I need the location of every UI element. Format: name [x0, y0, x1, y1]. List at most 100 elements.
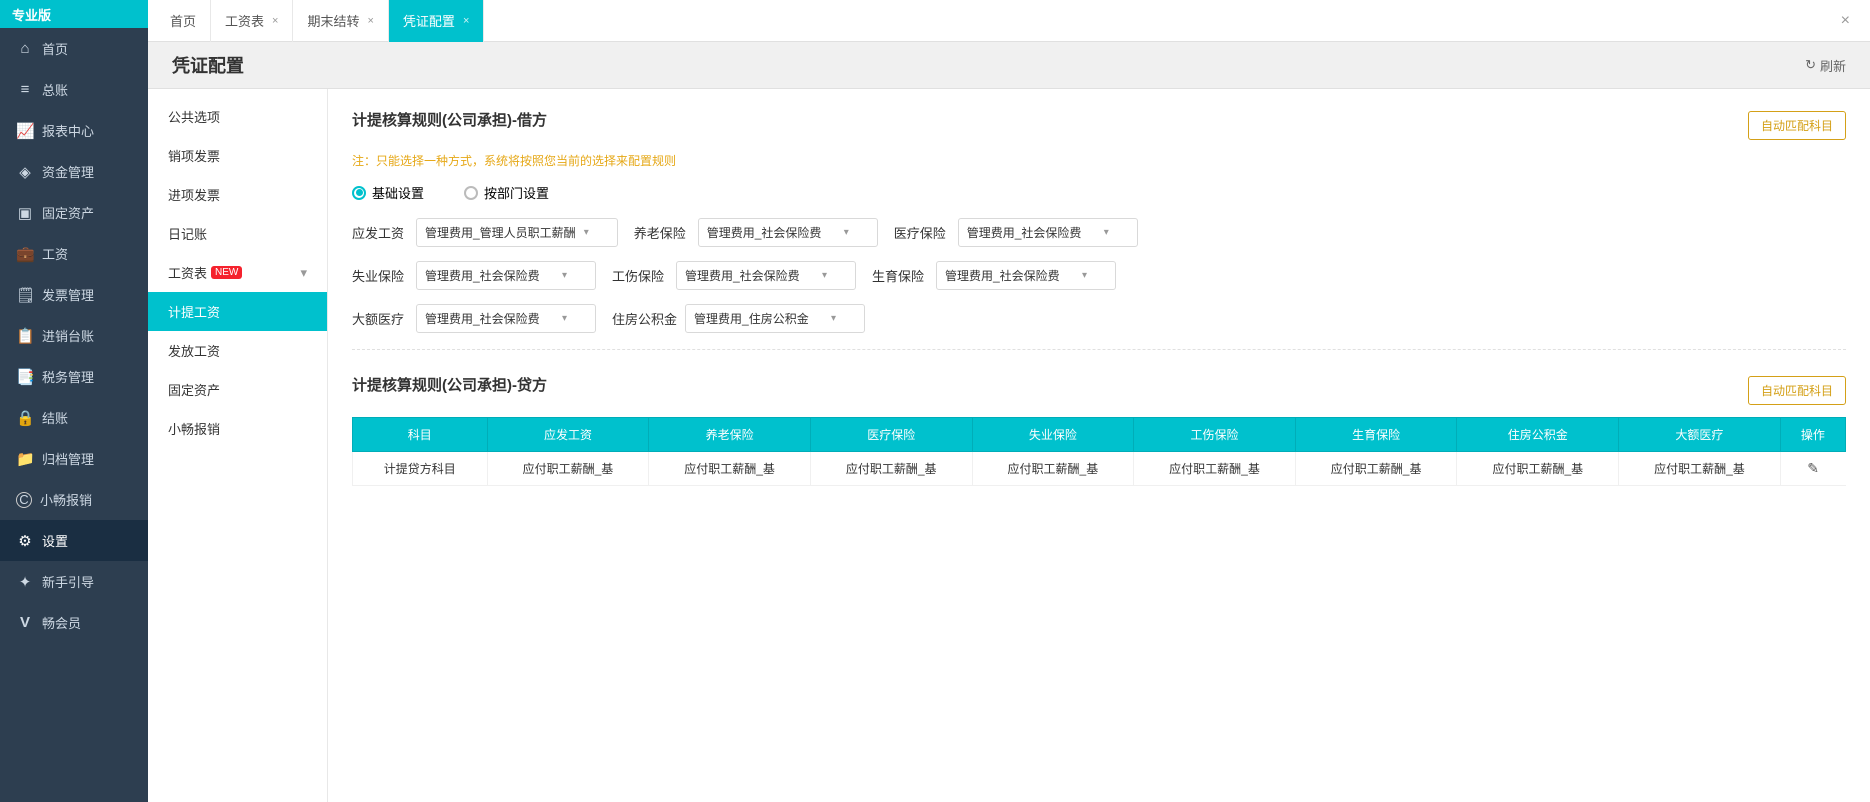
- guide-icon: ✦: [16, 573, 34, 591]
- col-action: 操作: [1780, 418, 1845, 452]
- debit-unemployment-label: 失业保险: [352, 266, 408, 285]
- debit-medical-label: 医疗保险: [894, 223, 950, 242]
- sidebar-item-inout[interactable]: 📋 进销台账: [0, 315, 148, 356]
- radio-group: 基础设置 按部门设置: [352, 183, 1846, 202]
- sidebar-item-guide[interactable]: ✦ 新手引导: [0, 561, 148, 602]
- table-row: 计提贷方科目 应付职工薪酬_基 应付职工薪酬_基 应付职工薪酬_基 应付职工薪酬…: [353, 452, 1846, 486]
- debit-medical-arrow: ▾: [1104, 227, 1109, 238]
- cell-housing: 应付职工薪酬_基: [1457, 452, 1619, 486]
- debit-section: 计提核算规则(公司承担)-借方 自动匹配科目 注：只能选择一种方式，系统将按照您…: [352, 109, 1846, 350]
- page-header: 凭证配置 ↻ 刷新: [148, 42, 1870, 89]
- debit-injury-select[interactable]: 管理费用_社会保险费 ▾: [676, 261, 856, 290]
- left-nav-fixedassets-label: 固定资产: [168, 380, 220, 399]
- left-nav-calc-salary[interactable]: 计提工资: [148, 292, 327, 331]
- debit-pension-label: 养老保险: [634, 223, 690, 242]
- debit-salary-arrow: ▾: [584, 227, 589, 238]
- left-nav-journal[interactable]: 日记账: [148, 214, 327, 253]
- archive-icon: 📁: [16, 450, 34, 468]
- reports-icon: 📈: [16, 122, 34, 140]
- sidebar-item-salary[interactable]: 💼 工资: [0, 233, 148, 274]
- debit-maternity-select[interactable]: 管理费用_社会保险费 ▾: [936, 261, 1116, 290]
- tab-home[interactable]: 首页: [156, 0, 211, 42]
- debit-auto-match-button[interactable]: 自动匹配科目: [1748, 111, 1846, 140]
- debit-field-medical: 医疗保险 管理费用_社会保险费 ▾: [894, 218, 1138, 247]
- left-nav-sales-invoice[interactable]: 销项发票: [148, 136, 327, 175]
- tab-voucher-close[interactable]: ×: [463, 15, 469, 27]
- left-nav-purchase-label: 进项发票: [168, 185, 220, 204]
- sidebar-item-label: 税务管理: [42, 367, 94, 386]
- debit-salary-select[interactable]: 管理费用_管理人员职工薪酬 ▾: [416, 218, 618, 247]
- sidebar-item-label: 归档管理: [42, 449, 94, 468]
- sidebar-item-tax[interactable]: 📑 税务管理: [0, 356, 148, 397]
- credit-auto-match-button[interactable]: 自动匹配科目: [1748, 376, 1846, 405]
- sidebar-item-reports[interactable]: 📈 报表中心: [0, 110, 148, 151]
- sidebar-item-funds[interactable]: ◈ 资金管理: [0, 151, 148, 192]
- sidebar-item-ledger[interactable]: ≡ 总账: [0, 69, 148, 110]
- arrow-icon: ▾: [300, 265, 307, 281]
- sidebar-item-label: 首页: [42, 39, 68, 58]
- ledger-icon: ≡: [16, 81, 34, 98]
- radio-dept[interactable]: 按部门设置: [464, 183, 549, 202]
- left-nav: 公共选项 销项发票 进项发票 日记账 工资表 NEW ▾ 计提工资 发放工资: [148, 89, 328, 802]
- sidebar-item-assets[interactable]: ▣ 固定资产: [0, 192, 148, 233]
- debit-field-injury: 工伤保险 管理费用_社会保险费 ▾: [612, 261, 856, 290]
- debit-maternity-value: 管理费用_社会保险费: [945, 267, 1060, 284]
- left-nav-xiaochang[interactable]: 小畅报销: [148, 409, 327, 448]
- sidebar-item-xiaochang[interactable]: C 小畅报销: [0, 479, 148, 520]
- radio-basic-circle: [352, 186, 366, 200]
- cell-medical: 应付职工薪酬_基: [810, 452, 972, 486]
- sidebar-item-member[interactable]: V 畅会员: [0, 602, 148, 643]
- refresh-label: 刷新: [1820, 56, 1846, 75]
- debit-injury-arrow: ▾: [822, 270, 827, 281]
- cell-maternity: 应付职工薪酬_基: [1295, 452, 1457, 486]
- debit-medical-select[interactable]: 管理费用_社会保险费 ▾: [958, 218, 1138, 247]
- debit-salary-value: 管理费用_管理人员职工薪酬: [425, 224, 576, 241]
- debit-pension-value: 管理费用_社会保险费: [707, 224, 822, 241]
- section-divider: [352, 349, 1846, 350]
- tab-voucher-label: 凭证配置: [403, 11, 455, 30]
- debit-housing-select[interactable]: 管理费用_住房公积金 ▾: [685, 304, 865, 333]
- tab-bar-close[interactable]: ×: [1829, 12, 1862, 30]
- col-housing: 住房公积金: [1457, 418, 1619, 452]
- sidebar-item-label: 结账: [42, 408, 68, 427]
- cell-action[interactable]: ✎: [1780, 452, 1845, 486]
- brand-logo: 专业版: [0, 0, 148, 28]
- debit-field-bigmedical: 大额医疗 管理费用_社会保险费 ▾: [352, 304, 596, 333]
- debit-field-maternity: 生育保险 管理费用_社会保险费 ▾: [872, 261, 1116, 290]
- debit-unemployment-arrow: ▾: [562, 270, 567, 281]
- tab-home-label: 首页: [170, 11, 196, 30]
- col-maternity: 生育保险: [1295, 418, 1457, 452]
- debit-pension-select[interactable]: 管理费用_社会保险费 ▾: [698, 218, 878, 247]
- sidebar-item-settings[interactable]: ⚙ 设置: [0, 520, 148, 561]
- sidebar-item-label: 畅会员: [42, 613, 81, 632]
- debit-bigmedical-select[interactable]: 管理费用_社会保险费 ▾: [416, 304, 596, 333]
- edit-icon[interactable]: ✎: [1807, 460, 1819, 476]
- radio-dept-label: 按部门设置: [484, 183, 549, 202]
- left-nav-salary-table[interactable]: 工资表 NEW ▾: [148, 253, 327, 292]
- debit-unemployment-select[interactable]: 管理费用_社会保险费 ▾: [416, 261, 596, 290]
- left-nav-public[interactable]: 公共选项: [148, 97, 327, 136]
- sidebar-item-closing[interactable]: 🔒 结账: [0, 397, 148, 438]
- debit-field-pension: 养老保险 管理费用_社会保险费 ▾: [634, 218, 878, 247]
- tab-period-close-btn[interactable]: ×: [367, 15, 373, 27]
- left-nav-pay-salary[interactable]: 发放工资: [148, 331, 327, 370]
- refresh-button[interactable]: ↻ 刷新: [1805, 56, 1846, 75]
- sidebar-item-label: 发票管理: [42, 285, 94, 304]
- debit-bigmedical-arrow: ▾: [562, 313, 567, 324]
- tab-period-close[interactable]: 期末结转 ×: [293, 0, 388, 42]
- sidebar-item-archive[interactable]: 📁 归档管理: [0, 438, 148, 479]
- tab-salary-close[interactable]: ×: [272, 15, 278, 27]
- debit-injury-label: 工伤保险: [612, 266, 668, 285]
- tab-salary-table[interactable]: 工资表 ×: [211, 0, 293, 42]
- right-content: 计提核算规则(公司承担)-借方 自动匹配科目 注：只能选择一种方式，系统将按照您…: [328, 89, 1870, 802]
- radio-basic[interactable]: 基础设置: [352, 183, 424, 202]
- left-nav-fixed-assets[interactable]: 固定资产: [148, 370, 327, 409]
- left-nav-purchase-invoice[interactable]: 进项发票: [148, 175, 327, 214]
- left-nav-journal-label: 日记账: [168, 224, 207, 243]
- debit-housing-value: 管理费用_住房公积金: [694, 310, 809, 327]
- debit-salary-label: 应发工资: [352, 223, 408, 242]
- debit-field-unemployment: 失业保险 管理费用_社会保险费 ▾: [352, 261, 596, 290]
- tab-voucher-config[interactable]: 凭证配置 ×: [389, 0, 484, 42]
- sidebar-item-invoice[interactable]: 🗒 发票管理: [0, 274, 148, 315]
- sidebar-item-home[interactable]: ⌂ 首页: [0, 28, 148, 69]
